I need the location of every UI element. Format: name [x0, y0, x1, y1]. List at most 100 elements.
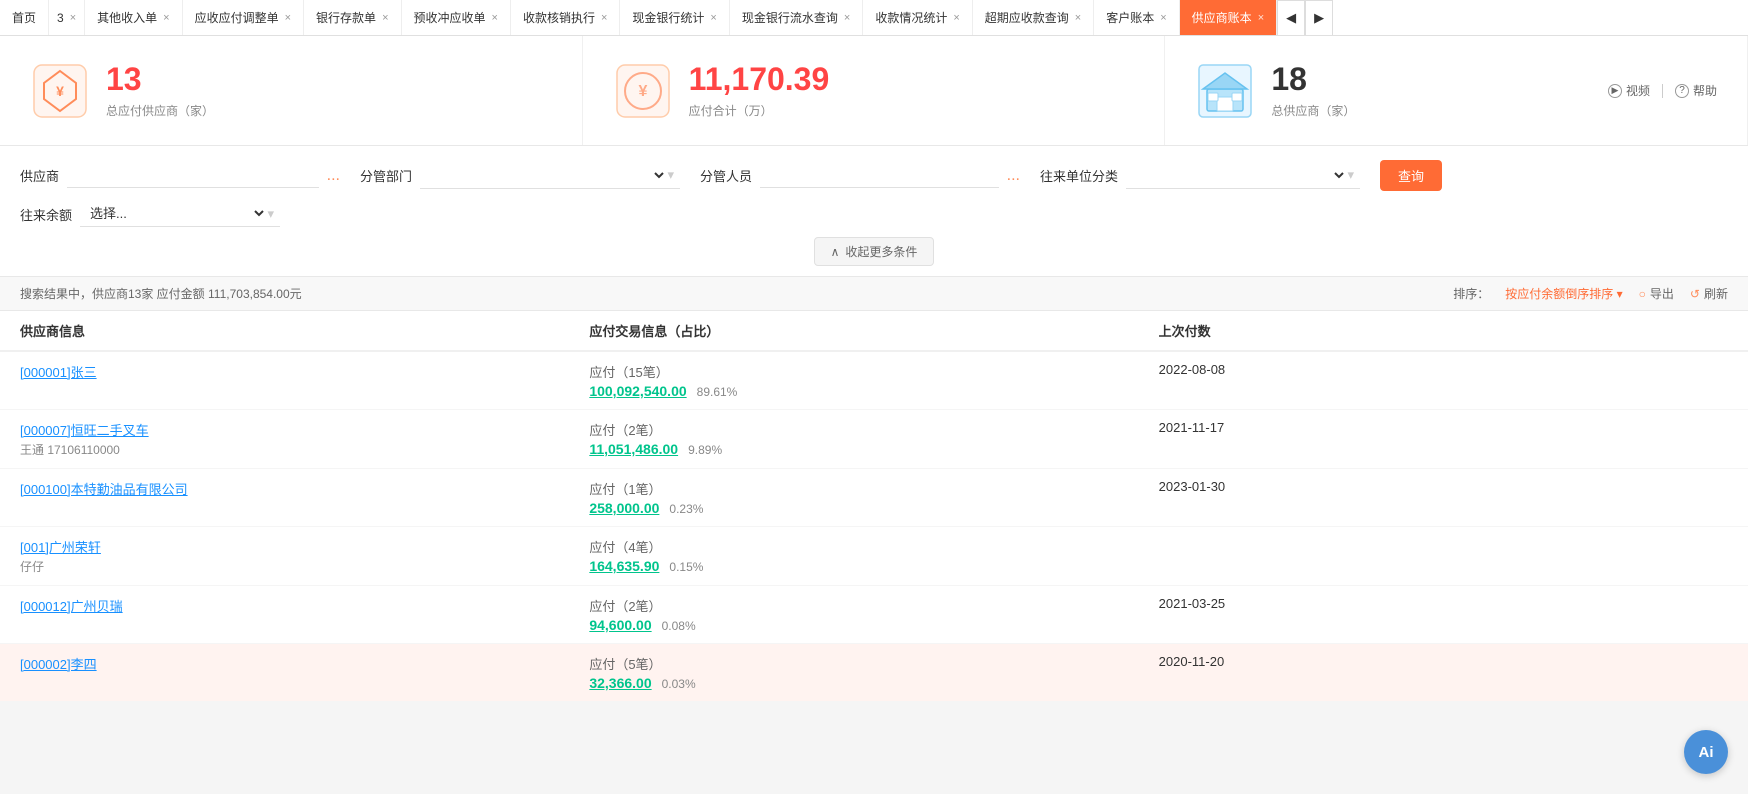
tx-amount-5[interactable]: 32,366.00 [589, 675, 651, 691]
video-link[interactable]: ▶ 视频 [1608, 82, 1650, 99]
supplier-info-0: [000001]张三 [20, 362, 589, 383]
tx-info-5: 应付（5笔） 32,366.00 0.03% [589, 654, 1158, 691]
nav-tab-overdue-ar-close[interactable]: × [1075, 12, 1081, 24]
supplier-info-3: [001]广州荣轩 仔仔 [20, 537, 589, 575]
nav-tab-receipt-verify[interactable]: 收款核销执行 × [511, 0, 620, 35]
person-input[interactable] [760, 164, 999, 188]
nav-tab-cash-bank-query-close[interactable]: × [844, 12, 850, 24]
tx-amount-2[interactable]: 258,000.00 [589, 500, 659, 516]
search-button[interactable]: 查询 [1380, 160, 1442, 191]
table-row: [001]广州荣轩 仔仔 应付（4笔） 164,635.90 0.15% [0, 527, 1748, 586]
tx-pct-5: 0.03% [662, 677, 696, 691]
nav-tab-supplier-ledger-label: 供应商账本 [1192, 9, 1252, 26]
nav-tab-cash-bank-query[interactable]: 现金银行流水查询 × [730, 0, 863, 35]
supplier-dots-btn[interactable]: ... [327, 167, 340, 185]
stat-total-payable-amount: ¥ 11,170.39 应付合计（万） [583, 36, 1166, 145]
balance-filter-label: 往来余额 [20, 205, 72, 224]
nav-tab-receipt-verify-close[interactable]: × [601, 12, 607, 24]
supplier-link-0[interactable]: [000001]张三 [20, 362, 589, 381]
nav-tab-prepay-ar-close[interactable]: × [492, 12, 498, 24]
nav-tab-bank-deposit-label: 银行存款单 [316, 9, 376, 26]
supplier-link-5[interactable]: [000002]李四 [20, 654, 589, 673]
nav-tab-supplier-ledger-close[interactable]: × [1258, 12, 1264, 24]
nav-tab-3-label: 3 [57, 11, 64, 25]
top-nav: 首页 3 × 其他收入单 × 应收应付调整单 × 银行存款单 × 预收冲应收单 … [0, 0, 1748, 36]
tx-amount-1[interactable]: 11,051,486.00 [589, 441, 678, 457]
help-label: 帮助 [1693, 82, 1717, 99]
nav-tab-3[interactable]: 3 × [49, 0, 85, 35]
filter-dept: 分管部门 ▾ [360, 163, 680, 189]
nav-tab-prepay-ar[interactable]: 预收冲应收单 × [402, 0, 511, 35]
nav-tab-customer-ledger-close[interactable]: × [1160, 12, 1166, 24]
nav-tab-ar-ap-adjust-label: 应收应付调整单 [195, 9, 279, 26]
stat-number-3: 18 [1271, 62, 1355, 97]
help-divider [1662, 84, 1663, 98]
tx-label-0: 应付（15笔） [589, 362, 1158, 381]
nav-next-arrow[interactable]: ▶ [1305, 0, 1333, 36]
person-dots-btn[interactable]: ... [1007, 167, 1020, 185]
export-icon: ○ [1639, 287, 1646, 301]
nav-tab-receipt-stat[interactable]: 收款情况统计 × [863, 0, 972, 35]
sort-link[interactable]: 按应付余额倒序排序 ▾ [1505, 285, 1622, 302]
unit-type-select[interactable] [1132, 167, 1347, 184]
nav-tab-customer-ledger[interactable]: 客户账本 × [1094, 0, 1179, 35]
nav-tab-receipt-stat-close[interactable]: × [953, 12, 959, 24]
last-pay-0: 2022-08-08 [1159, 362, 1728, 377]
video-label: 视频 [1626, 82, 1650, 99]
nav-prev-arrow[interactable]: ◀ [1277, 0, 1305, 36]
last-pay-4: 2021-03-25 [1159, 596, 1728, 611]
supplier-link-2[interactable]: [000100]本特勤油品有限公司 [20, 479, 589, 498]
supplier-link-3[interactable]: [001]广州荣轩 [20, 537, 589, 556]
tx-pct-2: 0.23% [669, 502, 703, 516]
nav-tab-home[interactable]: 首页 [0, 0, 49, 35]
tx-amount-0[interactable]: 100,092,540.00 [589, 383, 686, 399]
nav-tab-receipt-stat-label: 收款情况统计 [875, 9, 947, 26]
nav-tab-other-income[interactable]: 其他收入单 × [85, 0, 182, 35]
sort-icon: ▾ [1617, 287, 1623, 301]
sort-prefix: 排序： [1453, 285, 1489, 302]
filter-supplier: 供应商 ... [20, 164, 340, 188]
dept-select[interactable] [426, 167, 667, 184]
supplier-link-1[interactable]: [000007]恒旺二手叉车 [20, 420, 589, 439]
nav-tab-bank-deposit[interactable]: 银行存款单 × [304, 0, 401, 35]
balance-chevron-icon: ▾ [267, 206, 274, 222]
tx-info-4: 应付（2笔） 94,600.00 0.08% [589, 596, 1158, 633]
balance-select[interactable]: 选择... [86, 205, 267, 222]
nav-tab-3-close[interactable]: × [70, 12, 76, 24]
unit-type-select-wrapper: ▾ [1126, 163, 1360, 189]
supplier-sub-1: 王通 17106110000 [20, 441, 589, 458]
tx-amount-4[interactable]: 94,600.00 [589, 617, 651, 633]
nav-tab-overdue-ar[interactable]: 超期应收款查询 × [973, 0, 1094, 35]
table-row: [000001]张三 应付（15笔） 100,092,540.00 89.61%… [0, 352, 1748, 410]
result-bar: 搜索结果中，供应商13家 应付金额 111,703,854.00元 排序： 按应… [0, 277, 1748, 311]
nav-tab-ar-ap-adjust-close[interactable]: × [285, 12, 291, 24]
tx-amount-3[interactable]: 164,635.90 [589, 558, 659, 574]
nav-tab-ar-ap-adjust[interactable]: 应收应付调整单 × [183, 0, 304, 35]
ai-badge[interactable]: Ai [1684, 730, 1728, 774]
tx-label-3: 应付（4笔） [589, 537, 1158, 556]
export-btn[interactable]: ○ 导出 [1639, 285, 1674, 302]
tx-label-4: 应付（2笔） [589, 596, 1158, 615]
nav-tab-other-income-close[interactable]: × [163, 12, 169, 24]
table-row: [000002]李四 应付（5笔） 32,366.00 0.03% 2020-1… [0, 644, 1748, 702]
supplier-link-4[interactable]: [000012]广州贝瑞 [20, 596, 589, 615]
filter-area: 供应商 ... 分管部门 ▾ 分管人员 ... 往来单位分类 ▾ 查询 [0, 146, 1748, 277]
tx-info-0: 应付（15笔） 100,092,540.00 89.61% [589, 362, 1158, 399]
stat-number-2: 11,170.39 [689, 62, 830, 97]
tx-label-1: 应付（2笔） [589, 420, 1158, 439]
refresh-btn[interactable]: ↺ 刷新 [1690, 285, 1728, 302]
tx-row-1: 11,051,486.00 9.89% [589, 441, 1158, 457]
tx-row-5: 32,366.00 0.03% [589, 675, 1158, 691]
supplier-input[interactable] [67, 164, 319, 188]
last-pay-5: 2020-11-20 [1159, 654, 1728, 669]
stat-icon-3 [1195, 61, 1255, 121]
nav-tab-supplier-ledger[interactable]: 供应商账本 × [1180, 0, 1277, 35]
nav-tab-cash-bank-stat[interactable]: 现金银行统计 × [620, 0, 729, 35]
nav-tab-cash-bank-stat-close[interactable]: × [710, 12, 716, 24]
dept-select-wrapper: ▾ [420, 163, 680, 189]
nav-tab-cash-bank-stat-label: 现金银行统计 [632, 9, 704, 26]
help-link[interactable]: ? 帮助 [1675, 82, 1717, 99]
supplier-sub-3: 仔仔 [20, 558, 589, 575]
nav-tab-bank-deposit-close[interactable]: × [382, 12, 388, 24]
collapse-conditions-btn[interactable]: ∧ 收起更多条件 [814, 237, 935, 266]
